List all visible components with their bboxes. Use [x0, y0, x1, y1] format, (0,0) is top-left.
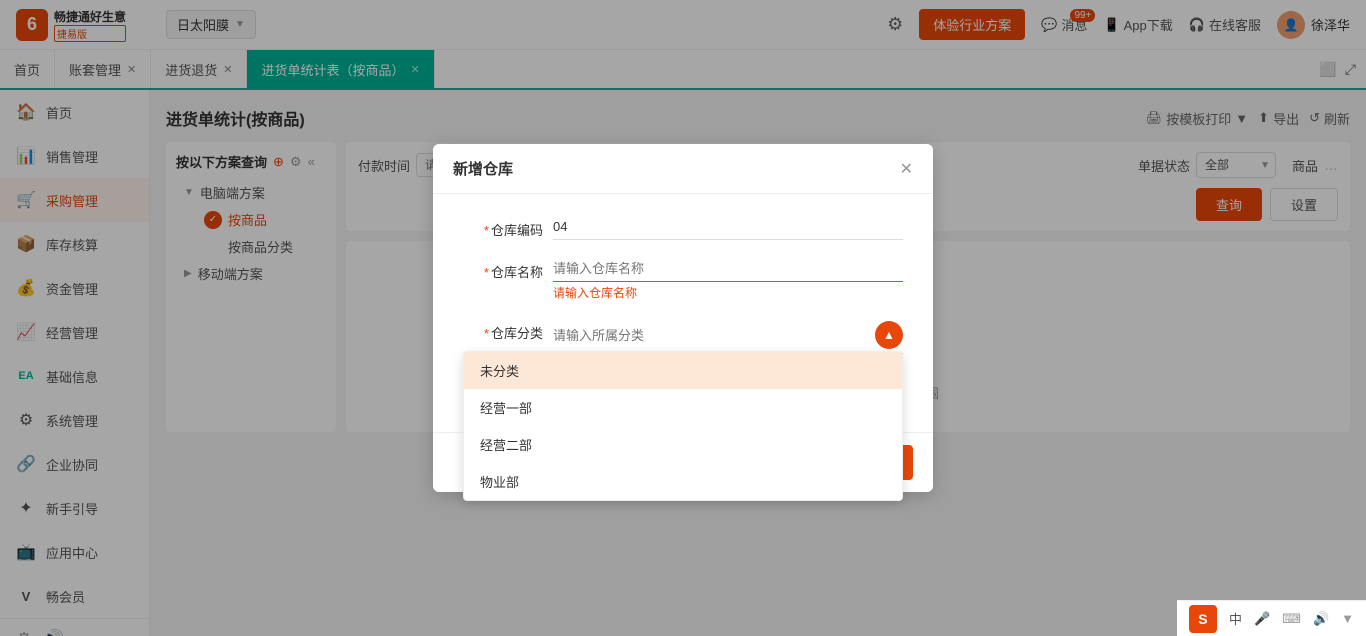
modal-backdrop[interactable]: 新增仓库 ✕ 仓库编码 仓库名称 请输入仓库名称 仓库分类: [0, 0, 1366, 636]
name-input[interactable]: [553, 256, 903, 282]
category-dropdown: 未分类 经营一部 经营二部 物业部: [463, 351, 903, 501]
chinese-char: 中: [1229, 609, 1242, 628]
bottom-bar: S 中 🎤 ⌨ 🔊 ▼: [1177, 600, 1366, 636]
dropdown-item-1[interactable]: 经营一部: [464, 389, 902, 426]
dropdown-item-2[interactable]: 经营二部: [464, 426, 902, 463]
form-row-category: 仓库分类 ▲ 未分类 经营一部 经营二部 物业部: [463, 317, 903, 354]
dropdown-item-3[interactable]: 物业部: [464, 463, 902, 500]
code-input-wrapper: [553, 214, 903, 240]
category-input-row: ▲: [553, 317, 903, 354]
name-label: 仓库名称: [463, 256, 543, 281]
category-input[interactable]: [553, 328, 875, 343]
form-row-name: 仓库名称 请输入仓库名称: [463, 256, 903, 301]
modal-body: 仓库编码 仓库名称 请输入仓库名称 仓库分类 ▲: [433, 194, 933, 432]
settings-bottom-right-icon[interactable]: ▼: [1341, 611, 1354, 626]
speaker-bottom-icon[interactable]: 🔊: [1313, 611, 1329, 627]
mic-icon[interactable]: 🎤: [1254, 611, 1270, 627]
modal-title: 新增仓库: [453, 158, 513, 179]
category-label: 仓库分类: [463, 317, 543, 342]
new-warehouse-modal: 新增仓库 ✕ 仓库编码 仓库名称 请输入仓库名称 仓库分类: [433, 144, 933, 492]
dropdown-item-0[interactable]: 未分类: [464, 352, 902, 389]
category-input-wrapper: ▲ 未分类 经营一部 经营二部 物业部: [553, 317, 903, 354]
modal-close-button[interactable]: ✕: [900, 159, 913, 179]
keyboard-icon[interactable]: ⌨: [1282, 611, 1301, 627]
name-error-text: 请输入仓库名称: [553, 284, 903, 301]
name-input-wrapper: 请输入仓库名称: [553, 256, 903, 301]
modal-header: 新增仓库 ✕: [433, 144, 933, 194]
code-input[interactable]: [553, 214, 903, 240]
chevron-up-button[interactable]: ▲: [875, 321, 903, 349]
code-label: 仓库编码: [463, 214, 543, 239]
s-logo: S: [1189, 605, 1217, 633]
form-row-code: 仓库编码: [463, 214, 903, 240]
